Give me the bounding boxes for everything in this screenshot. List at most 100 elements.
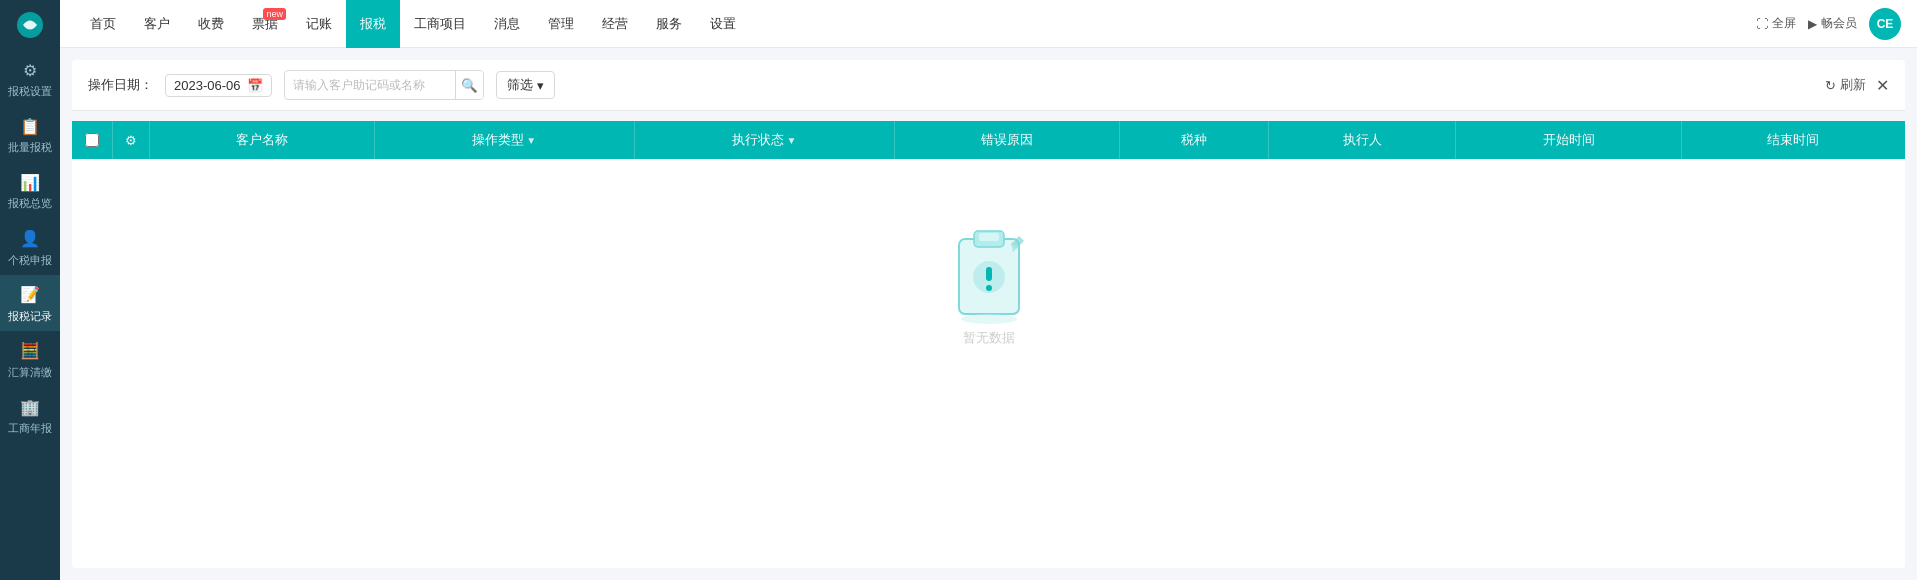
col-label-operation_type: 操作类型 bbox=[472, 132, 524, 147]
sidebar-item-label: 个税申报 bbox=[8, 254, 52, 267]
refresh-icon: ↻ bbox=[1825, 78, 1836, 93]
topnav-item-jizhang[interactable]: 记账 bbox=[292, 0, 346, 48]
topnav-item-fuwu[interactable]: 服务 bbox=[642, 0, 696, 48]
fullscreen-button[interactable]: ⛶ 全屏 bbox=[1756, 15, 1796, 32]
sidebar-item-label: 报税记录 bbox=[8, 310, 52, 323]
topnav-label-shoufei: 收费 bbox=[198, 15, 224, 33]
col-label-tax_type: 税种 bbox=[1181, 132, 1207, 147]
refresh-button[interactable]: ↻ 刷新 bbox=[1825, 76, 1866, 94]
col-settings[interactable]: ⚙ bbox=[112, 121, 149, 159]
col-checkbox[interactable] bbox=[72, 121, 112, 159]
topnav-item-baoshui[interactable]: 报税 bbox=[346, 0, 400, 48]
calendar-icon: 📅 bbox=[247, 78, 263, 93]
sidebar-item-baoshui-zonglан[interactable]: 📊 报税总览 bbox=[0, 162, 60, 218]
refresh-label: 刷新 bbox=[1840, 76, 1866, 94]
avatar-text: CE bbox=[1877, 17, 1894, 31]
col-operation_type: 操作类型▼ bbox=[374, 121, 634, 159]
filter-button[interactable]: 筛选 ▾ bbox=[496, 71, 555, 99]
svg-rect-6 bbox=[986, 285, 992, 291]
col-label-customer_name: 客户名称 bbox=[236, 132, 288, 147]
sidebar: ⚙ 报税设置 📋 批量报税 📊 报税总览 👤 个税申报 📝 报税记录 🧮 汇算清… bbox=[0, 0, 60, 580]
table-container: ⚙客户名称操作类型▼执行状态▼错误原因税种执行人开始时间结束时间 bbox=[72, 121, 1905, 568]
col-end_time: 结束时间 bbox=[1681, 121, 1905, 159]
col-label-error_reason: 错误原因 bbox=[981, 132, 1033, 147]
top-navigation: 首页客户 收费票据new 记账 报税 工商项目 消息 管理 经营 服务 设置 ⛶ 全屏 ▶ 畅会员… bbox=[60, 0, 1917, 48]
search-box: 🔍 bbox=[284, 70, 484, 100]
member-button[interactable]: ▶ 畅会员 bbox=[1808, 15, 1857, 32]
topnav-item-home[interactable]: 首页 bbox=[76, 0, 130, 48]
topnav-items: 首页客户 收费票据new 记账 报税 工商项目 消息 管理 经营 服务 设置 bbox=[76, 0, 1756, 48]
topnav-label-customer: 客户 bbox=[144, 15, 170, 33]
topnav-label-baoshui: 报税 bbox=[360, 15, 386, 33]
col-customer_name: 客户名称 bbox=[149, 121, 374, 159]
piliang-baoshui-icon: 📋 bbox=[18, 114, 42, 138]
topnav-item-jingying[interactable]: 经营 bbox=[588, 0, 642, 48]
fullscreen-icon: ⛶ bbox=[1756, 17, 1768, 31]
gongshang-nianbao-icon: 🏢 bbox=[18, 395, 42, 419]
sidebar-item-baoshui-shezhi[interactable]: ⚙ 报税设置 bbox=[0, 50, 60, 106]
date-value: 2023-06-06 bbox=[174, 78, 241, 93]
chevron-down-icon: ▾ bbox=[537, 78, 544, 93]
search-button[interactable]: 🔍 bbox=[455, 71, 483, 99]
select-all-checkbox[interactable] bbox=[85, 133, 99, 147]
svg-rect-5 bbox=[986, 267, 992, 281]
baoshui-zonglан-icon: 📊 bbox=[18, 170, 42, 194]
topnav-item-piaoju[interactable]: 票据new bbox=[238, 0, 292, 48]
close-button[interactable]: ✕ bbox=[1876, 76, 1889, 95]
avatar[interactable]: CE bbox=[1869, 8, 1901, 40]
topnav-right: ⛶ 全屏 ▶ 畅会员 CE bbox=[1756, 8, 1901, 40]
baoshui-jilu-icon: 📝 bbox=[18, 283, 42, 307]
col-label-exec_status: 执行状态 bbox=[732, 132, 784, 147]
member-label: 畅会员 bbox=[1821, 15, 1857, 32]
topnav-label-shezhi: 设置 bbox=[710, 15, 736, 33]
toolbar-right: ↻ 刷新 ✕ bbox=[1825, 76, 1889, 95]
sidebar-item-huisuan-jiaona[interactable]: 🧮 汇算清缴 bbox=[0, 331, 60, 387]
baoshui-shezhi-icon: ⚙ bbox=[18, 58, 42, 82]
topnav-item-shoufei[interactable]: 收费 bbox=[184, 0, 238, 48]
sidebar-item-geshui-shenbao[interactable]: 👤 个税申报 bbox=[0, 219, 60, 275]
geshui-shenbao-icon: 👤 bbox=[18, 227, 42, 251]
topnav-item-guanli[interactable]: 管理 bbox=[534, 0, 588, 48]
sidebar-item-label: 报税设置 bbox=[8, 85, 52, 98]
video-icon: ▶ bbox=[1808, 17, 1817, 31]
col-executor: 执行人 bbox=[1269, 121, 1456, 159]
empty-state: 暂无数据 bbox=[72, 159, 1905, 407]
empty-illustration bbox=[939, 219, 1039, 329]
svg-point-7 bbox=[961, 314, 1017, 324]
col-label-executor: 执行人 bbox=[1343, 132, 1382, 147]
col-start_time: 开始时间 bbox=[1456, 121, 1681, 159]
col-label-end_time: 结束时间 bbox=[1767, 132, 1819, 147]
sidebar-item-gongshang-nianbao[interactable]: 🏢 工商年报 bbox=[0, 387, 60, 443]
topnav-item-xiaoxi[interactable]: 消息 bbox=[480, 0, 534, 48]
toolbar: 操作日期： 2023-06-06 📅 🔍 筛选 ▾ ↻ bbox=[72, 60, 1905, 111]
filter-label: 筛选 bbox=[507, 76, 533, 94]
content-area: 操作日期： 2023-06-06 📅 🔍 筛选 ▾ ↻ bbox=[60, 48, 1917, 580]
date-label: 操作日期： bbox=[88, 76, 153, 94]
huisuan-jiaona-icon: 🧮 bbox=[18, 339, 42, 363]
sidebar-item-label: 报税总览 bbox=[8, 197, 52, 210]
topnav-item-gongshang[interactable]: 工商项目 bbox=[400, 0, 480, 48]
sidebar-item-baoshui-jilu[interactable]: 📝 报税记录 bbox=[0, 275, 60, 331]
topnav-item-shezhi[interactable]: 设置 bbox=[696, 0, 750, 48]
sidebar-item-label: 汇算清缴 bbox=[8, 366, 52, 379]
fullscreen-label: 全屏 bbox=[1772, 15, 1796, 32]
topnav-item-customer[interactable]: 客户 bbox=[130, 0, 184, 48]
date-picker[interactable]: 2023-06-06 📅 bbox=[165, 74, 272, 97]
sidebar-item-piliang-baoshui[interactable]: 📋 批量报税 bbox=[0, 106, 60, 162]
svg-rect-3 bbox=[979, 233, 999, 241]
main-area: 首页客户 收费票据new 记账 报税 工商项目 消息 管理 经营 服务 设置 ⛶ 全屏 ▶ 畅会员… bbox=[60, 0, 1917, 580]
filter-icon-operation_type: ▼ bbox=[526, 135, 536, 146]
topnav-label-jingying: 经营 bbox=[602, 15, 628, 33]
col-label-start_time: 开始时间 bbox=[1543, 132, 1595, 147]
topnav-label-xiaoxi: 消息 bbox=[494, 15, 520, 33]
settings-icon[interactable]: ⚙ bbox=[125, 133, 137, 148]
topnav-label-gongshang: 工商项目 bbox=[414, 15, 466, 33]
topnav-label-fuwu: 服务 bbox=[656, 15, 682, 33]
filter-icon-exec_status: ▼ bbox=[786, 135, 796, 146]
topnav-label-guanli: 管理 bbox=[548, 15, 574, 33]
data-table: ⚙客户名称操作类型▼执行状态▼错误原因税种执行人开始时间结束时间 bbox=[72, 121, 1905, 407]
col-error_reason: 错误原因 bbox=[894, 121, 1119, 159]
topnav-label-jizhang: 记账 bbox=[306, 15, 332, 33]
search-input[interactable] bbox=[285, 74, 455, 96]
sidebar-item-label: 批量报税 bbox=[8, 141, 52, 154]
